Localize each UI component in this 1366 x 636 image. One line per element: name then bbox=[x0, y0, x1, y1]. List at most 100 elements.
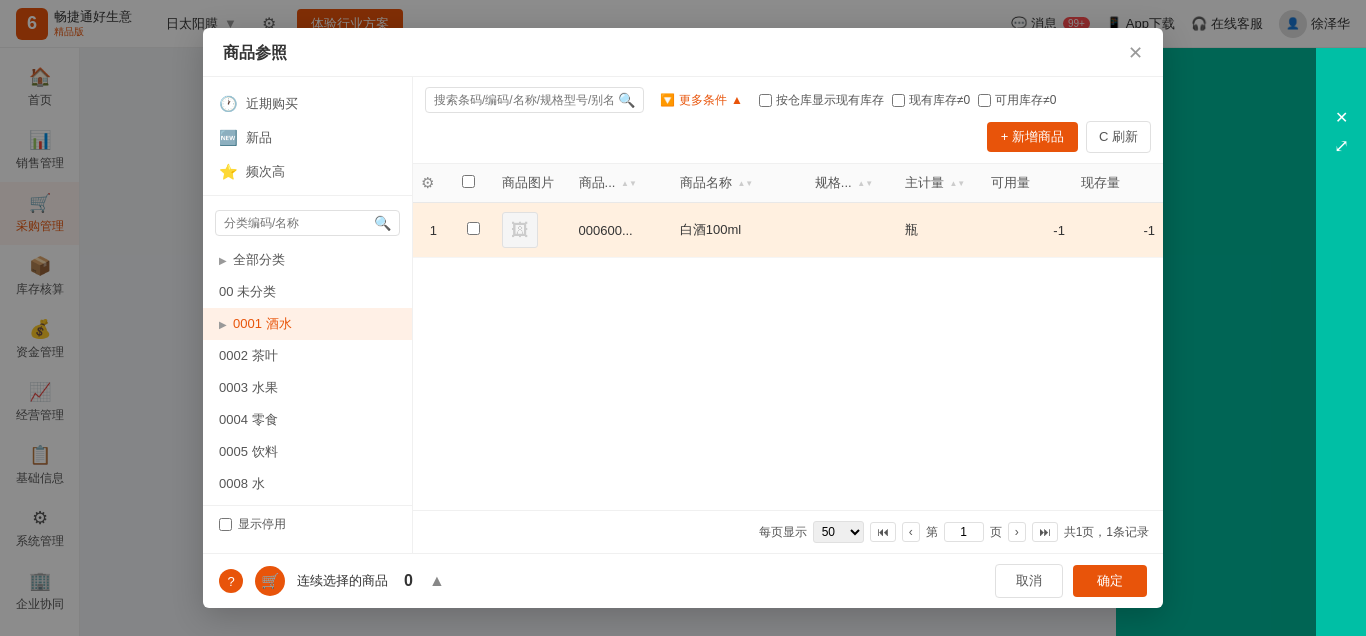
modal-close-btn[interactable]: ✕ bbox=[1128, 42, 1143, 64]
table-body: 1 🖼 000600... 白酒100ml bbox=[413, 203, 1163, 258]
page-label: 第 bbox=[926, 524, 938, 541]
left-nav-frequent[interactable]: ⭐ 频次高 bbox=[203, 155, 412, 189]
category-0008-label: 0008 水 bbox=[219, 475, 265, 493]
row-spec bbox=[807, 203, 897, 258]
col-avail-header: 可用量 bbox=[983, 164, 1073, 203]
recent-icon: 🕐 bbox=[219, 95, 238, 113]
per-page-select[interactable]: 50 10 20 100 bbox=[813, 521, 864, 543]
col-stock-label: 现存量 bbox=[1081, 175, 1120, 190]
category-search-box[interactable]: 🔍 bbox=[215, 210, 400, 236]
filter-stock-nonzero[interactable]: 现有库存≠0 bbox=[892, 92, 970, 109]
row-name: 白酒100ml bbox=[672, 203, 807, 258]
category-0001-label: 0001 酒水 bbox=[233, 315, 292, 333]
modal-left-panel: 🕐 近期购买 🆕 新品 ⭐ 频次高 🔍 bbox=[203, 77, 413, 553]
col-code-header[interactable]: 商品... ▲▼ bbox=[571, 164, 672, 203]
help-btn[interactable]: ? bbox=[219, 569, 243, 593]
prev-page-btn[interactable]: ‹ bbox=[902, 522, 920, 542]
page-input[interactable] bbox=[944, 522, 984, 542]
category-all-label: 全部分类 bbox=[233, 251, 285, 269]
name-sort-icon: ▲▼ bbox=[737, 179, 753, 188]
col-img-label: 商品图片 bbox=[502, 175, 554, 190]
close-right-panel-icon[interactable]: ✕ bbox=[1335, 108, 1348, 127]
category-item-0005[interactable]: 0005 饮料 bbox=[203, 436, 412, 468]
category-00-label: 00 未分类 bbox=[219, 283, 276, 301]
product-search-input[interactable] bbox=[434, 93, 614, 107]
category-item-all[interactable]: ▶ 全部分类 bbox=[203, 244, 412, 276]
total-records-label: 共1页，1条记录 bbox=[1064, 524, 1149, 541]
col-num-header: ⚙ bbox=[413, 164, 454, 203]
row-checkbox-cell[interactable] bbox=[454, 203, 495, 258]
new-label: 新品 bbox=[246, 129, 272, 147]
all-category-arrow-icon: ▶ bbox=[219, 255, 227, 266]
toolbar-right: + 新增商品 C 刷新 bbox=[987, 121, 1151, 153]
col-name-label: 商品名称 bbox=[680, 175, 732, 190]
selected-count: 0 bbox=[404, 572, 413, 590]
row-checkbox[interactable] bbox=[467, 222, 480, 235]
continuous-label: 连续选择的商品 bbox=[297, 572, 388, 590]
category-0003-label: 0003 水果 bbox=[219, 379, 278, 397]
cart-icon: 🛒 bbox=[255, 566, 285, 596]
cancel-btn[interactable]: 取消 bbox=[995, 564, 1063, 598]
select-all-checkbox[interactable] bbox=[462, 175, 475, 188]
filter-avail-nonzero[interactable]: 可用库存≠0 bbox=[978, 92, 1056, 109]
expand-icon[interactable]: ▲ bbox=[429, 572, 445, 590]
filter-more-btn[interactable]: 🔽 更多条件 ▲ bbox=[652, 88, 751, 113]
col-checkbox-header[interactable] bbox=[454, 164, 495, 203]
row-code: 000600... bbox=[571, 203, 672, 258]
footer-buttons: 取消 确定 bbox=[995, 564, 1147, 598]
category-item-0003[interactable]: 0003 水果 bbox=[203, 372, 412, 404]
row-unit: 瓶 bbox=[897, 203, 983, 258]
expand-right-panel-icon[interactable]: ⤢ bbox=[1334, 135, 1349, 157]
category-item-00[interactable]: 00 未分类 bbox=[203, 276, 412, 308]
product-image: 🖼 bbox=[502, 212, 538, 248]
show-disabled-checkbox[interactable] bbox=[219, 518, 232, 531]
code-sort-icon: ▲▼ bbox=[621, 179, 637, 188]
category-item-0002[interactable]: 0002 茶叶 bbox=[203, 340, 412, 372]
cat0001-arrow-icon: ▶ bbox=[219, 319, 227, 330]
stock-nonzero-label: 现有库存≠0 bbox=[909, 92, 970, 109]
table-row[interactable]: 1 🖼 000600... 白酒100ml bbox=[413, 203, 1163, 258]
filter-arrow-icon: ▲ bbox=[731, 93, 743, 107]
confirm-btn[interactable]: 确定 bbox=[1073, 565, 1147, 597]
category-list: ▶ 全部分类 00 未分类 ▶ 0001 酒水 0002 茶叶 0003 水果 bbox=[203, 244, 412, 505]
category-search-input[interactable] bbox=[224, 216, 370, 230]
left-nav-recent[interactable]: 🕐 近期购买 bbox=[203, 87, 412, 121]
first-page-btn[interactable]: ⏮ bbox=[870, 522, 896, 542]
frequent-icon: ⭐ bbox=[219, 163, 238, 181]
col-unit-header[interactable]: 主计量 ▲▼ bbox=[897, 164, 983, 203]
col-img-header: 商品图片 bbox=[494, 164, 571, 203]
col-stock-header: 现存量 bbox=[1073, 164, 1163, 203]
stock-nonzero-checkbox[interactable] bbox=[892, 94, 905, 107]
product-search-icon[interactable]: 🔍 bbox=[618, 92, 635, 108]
add-product-btn[interactable]: + 新增商品 bbox=[987, 122, 1078, 152]
spec-sort-icon: ▲▼ bbox=[857, 179, 873, 188]
col-unit-label: 主计量 bbox=[905, 175, 944, 190]
col-spec-header[interactable]: 规格... ▲▼ bbox=[807, 164, 897, 203]
warehouse-checkbox[interactable] bbox=[759, 94, 772, 107]
img-placeholder-icon: 🖼 bbox=[511, 220, 529, 241]
category-search-icon[interactable]: 🔍 bbox=[374, 215, 391, 231]
per-page-label: 每页显示 bbox=[759, 524, 807, 541]
product-search-box[interactable]: 🔍 bbox=[425, 87, 644, 113]
category-item-0004[interactable]: 0004 零食 bbox=[203, 404, 412, 436]
col-name-header[interactable]: 商品名称 ▲▼ bbox=[672, 164, 807, 203]
row-num: 1 bbox=[413, 203, 454, 258]
left-nav-new[interactable]: 🆕 新品 bbox=[203, 121, 412, 155]
category-0004-label: 0004 零食 bbox=[219, 411, 278, 429]
avail-nonzero-checkbox[interactable] bbox=[978, 94, 991, 107]
category-item-0001[interactable]: ▶ 0001 酒水 bbox=[203, 308, 412, 340]
pagination-bar: 每页显示 50 10 20 100 ⏮ ‹ 第 页 › ⏭ 共1页，1条记录 bbox=[413, 510, 1163, 553]
last-page-btn[interactable]: ⏭ bbox=[1032, 522, 1058, 542]
modal-toolbar: 🔍 🔽 更多条件 ▲ 按仓库显示现有库存 现有库存≠0 bbox=[413, 77, 1163, 164]
modal-overlay: 商品参照 ✕ 🕐 近期购买 🆕 新品 ⭐ 频次高 bbox=[0, 0, 1366, 636]
col-spec-label: 规格... bbox=[815, 175, 852, 190]
filter-by-warehouse[interactable]: 按仓库显示现有库存 bbox=[759, 92, 884, 109]
category-item-0008[interactable]: 0008 水 bbox=[203, 468, 412, 500]
table-settings-icon[interactable]: ⚙ bbox=[421, 174, 434, 191]
next-page-btn[interactable]: › bbox=[1008, 522, 1026, 542]
recent-label: 近期购买 bbox=[246, 95, 298, 113]
modal-title: 商品参照 bbox=[223, 43, 287, 64]
modal-header: 商品参照 ✕ bbox=[203, 28, 1163, 77]
avail-nonzero-label: 可用库存≠0 bbox=[995, 92, 1056, 109]
refresh-btn[interactable]: C 刷新 bbox=[1086, 121, 1151, 153]
